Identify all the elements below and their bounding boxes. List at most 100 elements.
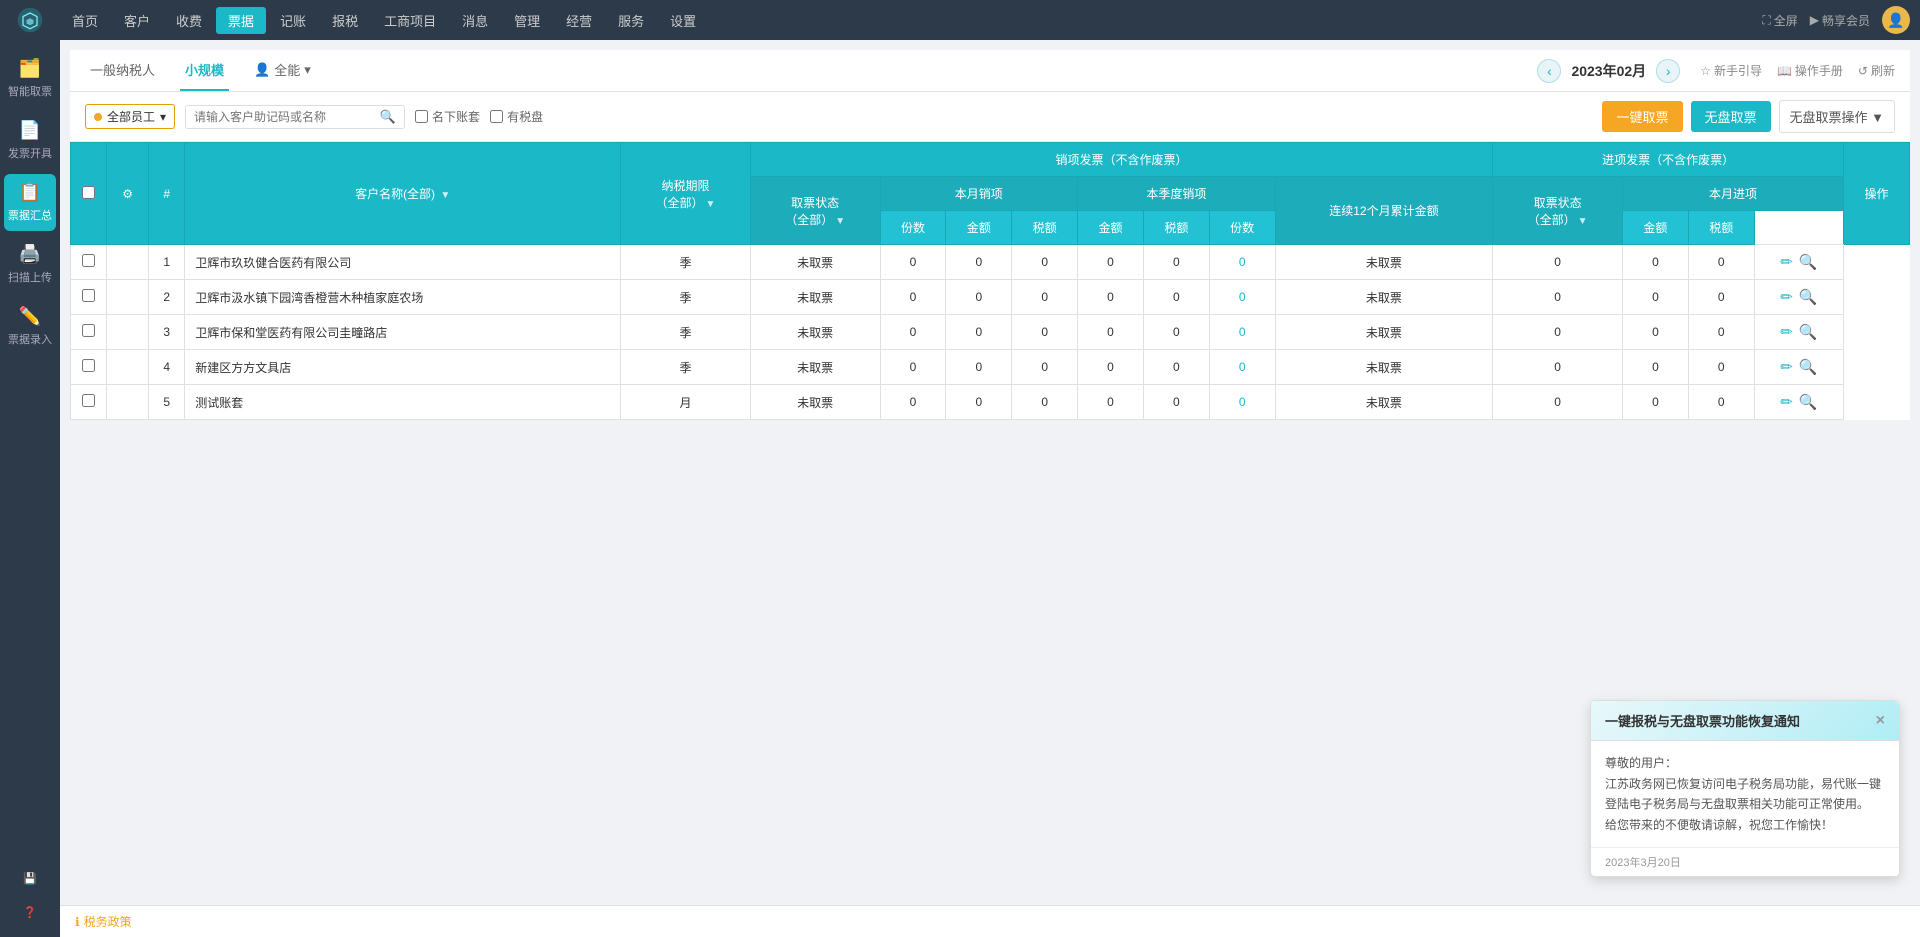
checkbox-has-tax-disk-input[interactable] [490, 110, 503, 123]
nav-message[interactable]: 消息 [450, 7, 500, 34]
row-number: 1 [149, 245, 185, 280]
sidebar-item-help[interactable]: ❓ [4, 898, 56, 927]
search-input[interactable] [194, 110, 375, 124]
th-sale-quarter-tax: 税额 [1143, 211, 1209, 245]
top-right-actions: ⛶ 全屏 ▶ 畅享会员 👤 [1762, 6, 1910, 34]
user-avatar[interactable]: 👤 [1882, 6, 1910, 34]
next-period-btn[interactable]: › [1656, 59, 1680, 83]
row-checkbox[interactable] [82, 324, 95, 337]
edit-icon[interactable]: ✏ [1780, 393, 1793, 411]
nav-client[interactable]: 客户 [112, 7, 162, 34]
sidebar-item-smart-fetch[interactable]: 🗂️ 智能取票 [4, 50, 56, 107]
edit-icon[interactable]: ✏ [1780, 323, 1793, 341]
fullscreen-icon: ⛶ [1762, 13, 1770, 28]
nav-business[interactable]: 工商项目 [372, 7, 448, 34]
row-sale-month-tax: 0 [1012, 350, 1078, 385]
checkbox-own-accounts[interactable]: 名下账套 [415, 108, 480, 125]
nav-invoice[interactable]: 票据 [216, 7, 266, 34]
refresh-link[interactable]: ↺ 刷新 [1858, 62, 1895, 79]
sidebar-bottom: 💾 ❓ [4, 864, 56, 937]
row-sale-quarter-tax: 0 [1143, 315, 1209, 350]
row-checkbox-cell [71, 280, 107, 315]
row-checkbox[interactable] [82, 254, 95, 267]
sidebar-item-issue-invoice[interactable]: 📄 发票开具 [4, 112, 56, 169]
row-sale-status: 未取票 [750, 280, 880, 315]
sub-tab-right-links: ☆ 新手引导 📖 操作手册 ↺ 刷新 [1700, 62, 1895, 79]
edit-icon[interactable]: ✏ [1780, 358, 1793, 376]
guide-link[interactable]: ☆ 新手引导 [1700, 62, 1762, 79]
filter-icon-sale-status[interactable]: ▼ [835, 216, 845, 227]
edit-icon[interactable]: ✏ [1780, 288, 1793, 306]
view-icon[interactable]: 🔍 [1799, 358, 1818, 376]
nav-fee[interactable]: 收费 [164, 7, 214, 34]
tab-small-scale[interactable]: 小规模 [180, 50, 229, 91]
th-sale-quarter-amount: 金额 [1078, 211, 1144, 245]
tax-policy-link[interactable]: ℹ 税务政策 [75, 913, 132, 930]
row-purchase-month-amount: 0 [1622, 350, 1688, 385]
row-sale-12month: 0 [1209, 245, 1275, 280]
no-disk-ops-btn[interactable]: 无盘取票操作 ▼ [1779, 100, 1895, 133]
th-12month-cumulative: 连续12个月累计金额 [1275, 177, 1493, 245]
view-icon[interactable]: 🔍 [1799, 393, 1818, 411]
row-checkbox[interactable] [82, 289, 95, 302]
row-sale-12month-link[interactable]: 0 [1239, 360, 1246, 374]
row-purchase-month-amount: 0 [1622, 280, 1688, 315]
top-navigation: 首页 客户 收费 票据 记账 报税 工商项目 消息 管理 经营 服务 设置 ⛶ … [0, 0, 1920, 40]
tab-all[interactable]: 👤 全能 ▾ [249, 50, 316, 91]
row-actions: ✏ 🔍 [1754, 245, 1843, 280]
filter-icon-purchase-status[interactable]: ▼ [1578, 216, 1588, 227]
row-sale-12month-link[interactable]: 0 [1239, 290, 1246, 304]
row-checkbox[interactable] [82, 359, 95, 372]
row-actions: ✏ 🔍 [1754, 280, 1843, 315]
info-icon: ℹ [75, 915, 80, 929]
tab-general-taxpayer[interactable]: 一般纳税人 [85, 50, 160, 91]
select-all-checkbox[interactable] [82, 186, 95, 199]
gear-icon: ⚙ [122, 187, 133, 201]
one-click-fetch-btn[interactable]: 一键取票 [1602, 101, 1682, 132]
sidebar-item-invoice-summary[interactable]: 📋 票据汇总 [4, 174, 56, 231]
period-navigation: ‹ 2023年02月 › [1537, 59, 1680, 83]
no-disk-fetch-btn[interactable]: 无盘取票 [1691, 101, 1771, 132]
row-actions: ✏ 🔍 [1754, 315, 1843, 350]
row-sale-12month-link[interactable]: 0 [1239, 255, 1246, 269]
th-sale-month-amount: 金额 [946, 211, 1012, 245]
employee-select[interactable]: 全部员工 ▾ [85, 104, 175, 129]
notification-date: 2023年3月20日 [1591, 847, 1899, 876]
row-purchase-month-count: 0 [1493, 385, 1623, 420]
left-sidebar: 🗂️ 智能取票 📄 发票开具 📋 票据汇总 🖨️ 扫描上传 ✏️ 票据录入 💾 … [0, 40, 60, 937]
notification-close-btn[interactable]: × [1876, 712, 1885, 730]
nav-tax[interactable]: 报税 [320, 7, 370, 34]
row-checkbox[interactable] [82, 394, 95, 407]
row-sale-12month-link[interactable]: 0 [1239, 325, 1246, 339]
row-number: 5 [149, 385, 185, 420]
row-sale-month-amount: 0 [946, 245, 1012, 280]
member-btn[interactable]: ▶ 畅享会员 [1810, 12, 1870, 29]
filter-icon-client[interactable]: ▼ [440, 190, 450, 201]
checkbox-own-accounts-input[interactable] [415, 110, 428, 123]
nav-home[interactable]: 首页 [60, 7, 110, 34]
filter-icon-period[interactable]: ▼ [706, 199, 716, 210]
row-sale-month-amount: 0 [946, 385, 1012, 420]
view-icon[interactable]: 🔍 [1799, 253, 1818, 271]
nav-accounting[interactable]: 记账 [268, 7, 318, 34]
edit-icon[interactable]: ✏ [1780, 253, 1793, 271]
prev-period-btn[interactable]: ‹ [1537, 59, 1561, 83]
view-icon[interactable]: 🔍 [1799, 323, 1818, 341]
nav-management[interactable]: 管理 [502, 7, 552, 34]
view-icon[interactable]: 🔍 [1799, 288, 1818, 306]
sidebar-item-scan-upload[interactable]: 🖨️ 扫描上传 [4, 236, 56, 293]
fullscreen-btn[interactable]: ⛶ 全屏 [1762, 12, 1797, 29]
nav-settings[interactable]: 设置 [658, 7, 708, 34]
row-sale-month-tax: 0 [1012, 385, 1078, 420]
row-sale-quarter-tax: 0 [1143, 245, 1209, 280]
th-sale-month-tax: 税额 [1012, 211, 1078, 245]
manual-link[interactable]: 📖 操作手册 [1777, 62, 1843, 79]
nav-service[interactable]: 服务 [606, 7, 656, 34]
sidebar-item-download[interactable]: 💾 [4, 864, 56, 893]
checkbox-has-tax-disk[interactable]: 有税盘 [490, 108, 543, 125]
row-sale-12month-link[interactable]: 0 [1239, 395, 1246, 409]
sidebar-item-invoice-input[interactable]: ✏️ 票据录入 [4, 298, 56, 355]
th-month-purchase: 本月进项 [1622, 177, 1843, 211]
action-icons: ✏ 🔍 [1761, 358, 1837, 376]
nav-operation[interactable]: 经营 [554, 7, 604, 34]
